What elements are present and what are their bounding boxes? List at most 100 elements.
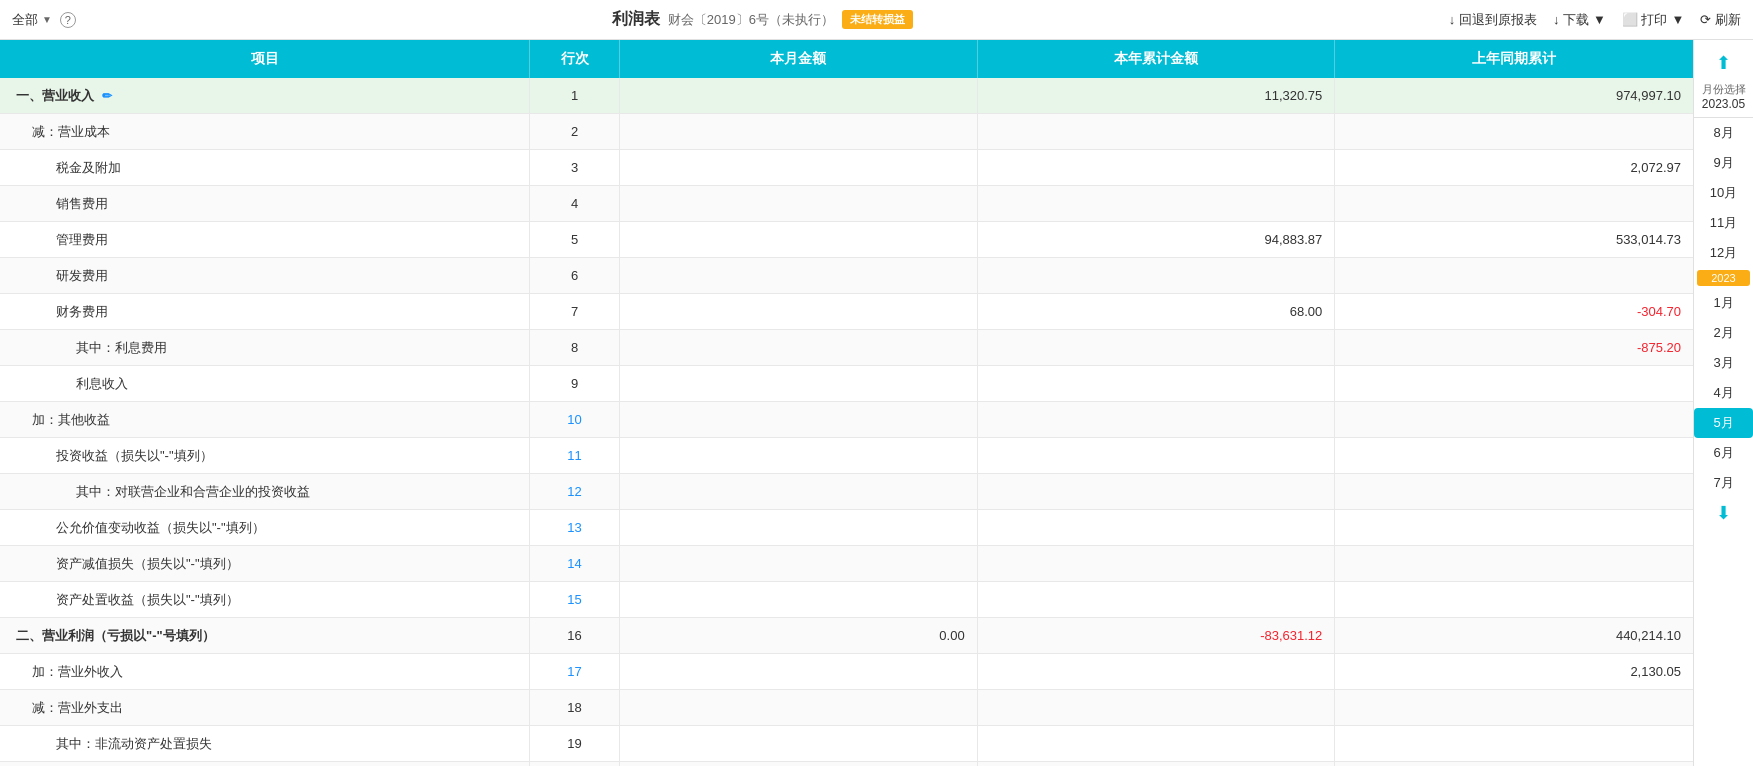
month-item[interactable]: 6月 — [1694, 438, 1753, 468]
month-amount — [620, 690, 978, 725]
month-amount — [620, 186, 978, 221]
table-row: 利息收入9 — [0, 366, 1693, 402]
month-item[interactable]: 2023 — [1697, 270, 1750, 286]
table-row: 加：其他收益10 — [0, 402, 1693, 438]
month-item[interactable]: 8月 — [1694, 118, 1753, 148]
month-amount — [620, 366, 978, 401]
prev-year-amount — [1335, 438, 1693, 473]
month-item[interactable]: 10月 — [1694, 178, 1753, 208]
table-row: 加：营业外收入172,130.05 — [0, 654, 1693, 690]
print-arrow-icon: ▼ — [1672, 12, 1685, 27]
row-number: 1 — [530, 78, 620, 113]
ytd-amount: 68.00 — [978, 294, 1336, 329]
table-row: 资产减值损失（损失以"-"填列）14 — [0, 546, 1693, 582]
month-item[interactable]: 2月 — [1694, 318, 1753, 348]
scope-label: 全部 — [12, 11, 38, 29]
col-header-name: 项目 — [0, 40, 530, 78]
back-button[interactable]: ↓ 回退到原报表 — [1449, 11, 1537, 29]
col-header-prev: 上年同期累计 — [1335, 40, 1693, 78]
row-number: 6 — [530, 258, 620, 293]
row-number: 11 — [530, 438, 620, 473]
row-number: 13 — [530, 510, 620, 545]
row-name: 减：营业外支出 — [0, 690, 530, 725]
doc-info: 财会〔2019〕6号（未执行） — [668, 11, 834, 29]
table-row: 二、营业利润（亏损以"-"号填列）160.00-83,631.12440,214… — [0, 618, 1693, 654]
month-amount — [620, 294, 978, 329]
row-name: 投资收益（损失以"-"填列） — [0, 438, 530, 473]
table-body: 一、营业收入✏111,320.75974,997.10减：营业成本2税金及附加3… — [0, 78, 1693, 766]
month-amount — [620, 258, 978, 293]
prev-year-amount: -304.70 — [1335, 294, 1693, 329]
month-amount: 0.00 — [620, 618, 978, 653]
row-number: 4 — [530, 186, 620, 221]
prev-year-amount: -875.20 — [1335, 330, 1693, 365]
ytd-amount — [978, 330, 1336, 365]
ytd-amount — [978, 582, 1336, 617]
prev-year-amount — [1335, 546, 1693, 581]
prev-year-amount — [1335, 114, 1693, 149]
col-header-num: 行次 — [530, 40, 620, 78]
row-name: 税金及附加 — [0, 150, 530, 185]
prev-year-amount: 2,072.97 — [1335, 150, 1693, 185]
prev-year-amount — [1335, 582, 1693, 617]
month-item[interactable]: 4月 — [1694, 378, 1753, 408]
top-bar: 全部 ▼ ? 利润表 财会〔2019〕6号（未执行） 未结转损益 ↓ 回退到原报… — [0, 0, 1753, 40]
download-button[interactable]: ↓ 下载 ▼ — [1553, 11, 1606, 29]
prev-year-amount — [1335, 258, 1693, 293]
row-name: 其中：对联营企业和合营企业的投资收益 — [0, 474, 530, 509]
top-bar-right: ↓ 回退到原报表 ↓ 下载 ▼ ⬜ 打印 ▼ ⟳ 刷新 — [1449, 11, 1741, 29]
row-name: 公允价值变动收益（损失以"-"填列） — [0, 510, 530, 545]
row-name: 其中：利息费用 — [0, 330, 530, 365]
table-row: 公允价值变动收益（损失以"-"填列）13 — [0, 510, 1693, 546]
row-number: 5 — [530, 222, 620, 257]
table-row: 一、营业收入✏111,320.75974,997.10 — [0, 78, 1693, 114]
month-item[interactable]: 5月 — [1694, 408, 1753, 438]
nav-up-icon[interactable]: ⬆ — [1712, 48, 1735, 78]
prev-year-amount — [1335, 690, 1693, 725]
row-name: 资产减值损失（损失以"-"填列） — [0, 546, 530, 581]
row-name: 减：营业成本 — [0, 114, 530, 149]
row-name: 资产处置收益（损失以"-"填列） — [0, 582, 530, 617]
table-row: 税金及附加32,072.97 — [0, 150, 1693, 186]
current-year-month: 2023.05 — [1702, 97, 1745, 111]
month-item[interactable]: 12月 — [1694, 238, 1753, 268]
table-row: 减：营业成本2 — [0, 114, 1693, 150]
month-item[interactable]: 3月 — [1694, 348, 1753, 378]
prev-year-amount — [1335, 474, 1693, 509]
ytd-amount — [978, 726, 1336, 761]
month-item[interactable]: 11月 — [1694, 208, 1753, 238]
month-amount — [620, 222, 978, 257]
row-number: 18 — [530, 690, 620, 725]
prev-year-amount: 2,130.05 — [1335, 654, 1693, 689]
month-amount — [620, 726, 978, 761]
month-amount — [620, 438, 978, 473]
month-amount — [620, 510, 978, 545]
row-number: 10 — [530, 402, 620, 437]
month-item[interactable]: 1月 — [1694, 288, 1753, 318]
month-item[interactable]: 9月 — [1694, 148, 1753, 178]
month-item[interactable]: 7月 — [1694, 468, 1753, 498]
month-amount — [620, 402, 978, 437]
scope-dropdown[interactable]: 全部 ▼ — [12, 11, 52, 29]
refresh-button[interactable]: ⟳ 刷新 — [1700, 11, 1741, 29]
ytd-amount — [978, 366, 1336, 401]
status-badge: 未结转损益 — [842, 10, 913, 29]
edit-icon[interactable]: ✏ — [102, 89, 112, 103]
row-number: 15 — [530, 582, 620, 617]
download-arrow-icon: ▼ — [1593, 12, 1606, 27]
side-panel: ⬆ 月份选择 2023.05 8月9月10月11月12月 2023 1月2月3月4月… — [1693, 40, 1753, 766]
ytd-amount: 11,320.75 — [978, 78, 1336, 113]
print-button[interactable]: ⬜ 打印 ▼ — [1622, 11, 1685, 29]
row-number: 19 — [530, 726, 620, 761]
ytd-amount — [978, 474, 1336, 509]
table-area: 项目 行次 本月金额 本年累计金额 上年同期累计 一、营业收入✏111,320.… — [0, 40, 1693, 766]
nav-down-icon[interactable]: ⬇ — [1712, 498, 1735, 528]
ytd-amount — [978, 114, 1336, 149]
help-icon[interactable]: ? — [60, 12, 76, 28]
app-container: 全部 ▼ ? 利润表 财会〔2019〕6号（未执行） 未结转损益 ↓ 回退到原报… — [0, 0, 1753, 766]
month-selection-label: 月份选择 — [1702, 82, 1746, 97]
month-amount — [620, 654, 978, 689]
month-amount — [620, 330, 978, 365]
month-amount — [620, 582, 978, 617]
month-amount — [620, 114, 978, 149]
